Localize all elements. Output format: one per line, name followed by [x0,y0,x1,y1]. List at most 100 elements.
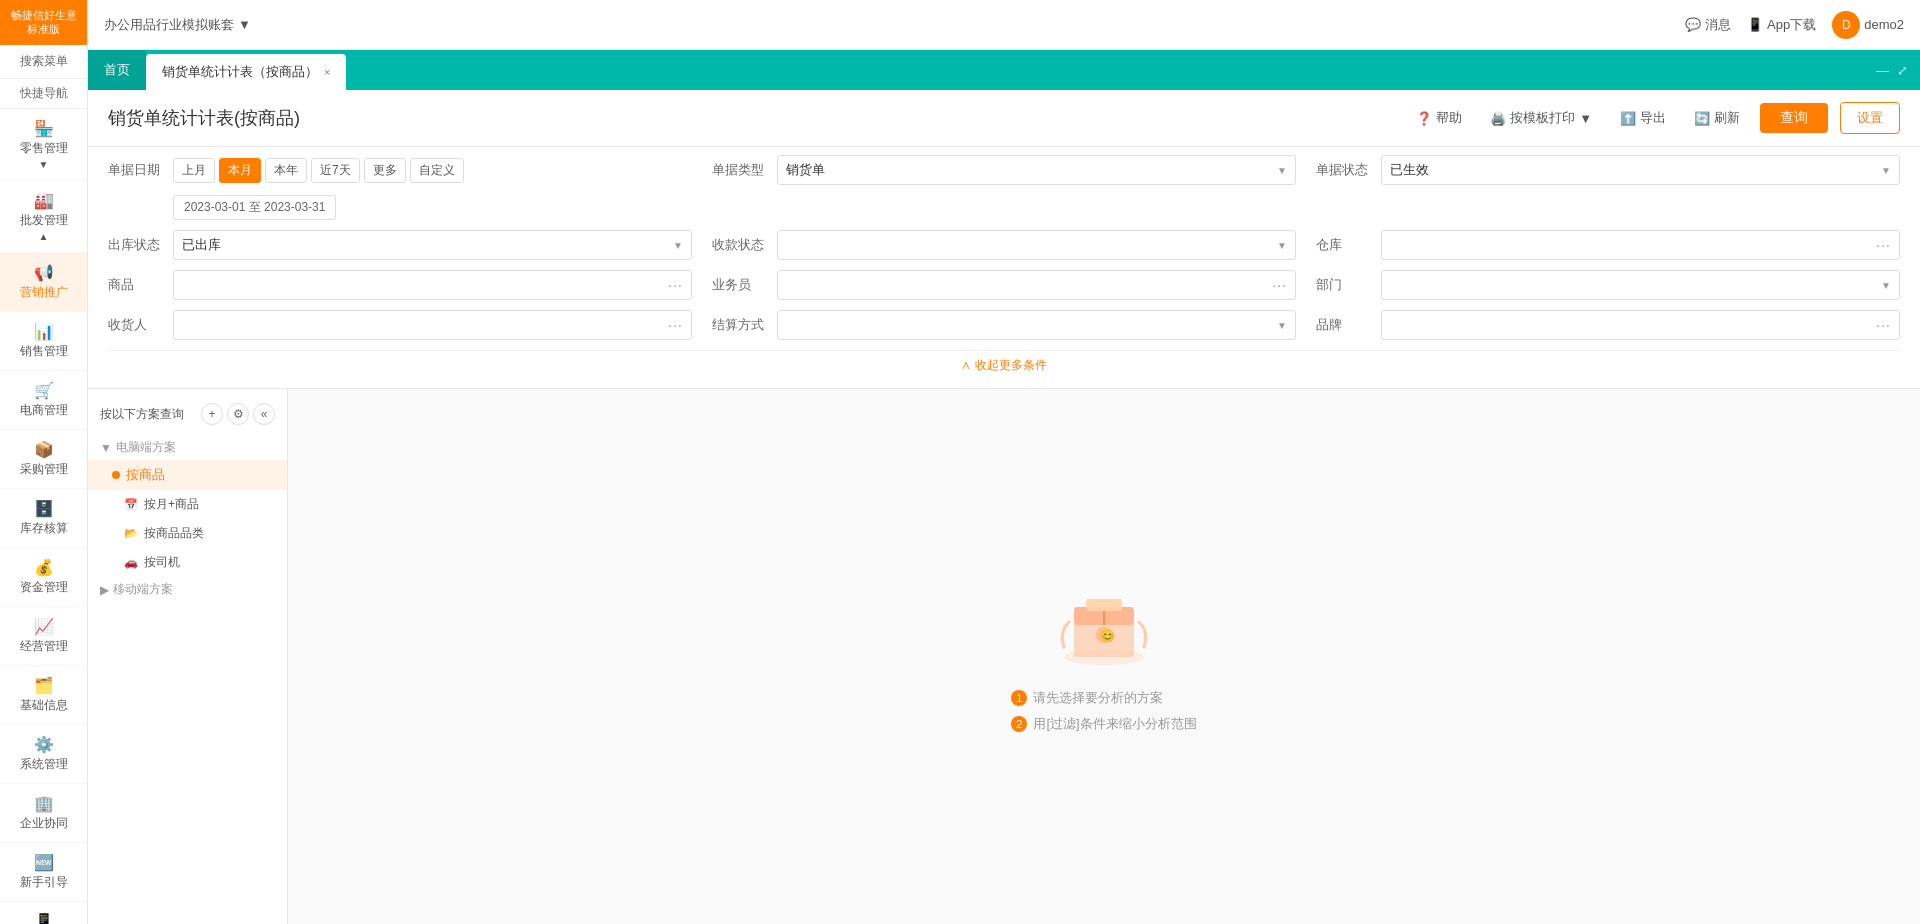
sidebar-item-guide[interactable]: 🆕 新手引导 [0,843,87,902]
minimize-icon[interactable]: — [1876,63,1889,78]
operations-icon: 📈 [34,617,54,636]
status-chevron-icon: ▼ [1881,165,1891,176]
status-select[interactable]: 已生效 ▼ [1381,155,1900,185]
sidebar-item-marketing[interactable]: 📢 营销推广 [0,253,87,312]
page-title: 销货单统计计表(按商品) [108,106,300,130]
tree-expand-icon: ▼ [100,441,112,455]
tree-item-month-goods[interactable]: 📅 按月+商品 [88,490,287,519]
warehouse-chevron-icon: ▼ [673,240,683,251]
export-btn[interactable]: ⬆️ 导出 [1612,105,1674,131]
tree-section: ▼ 电脑端方案 按商品 📅 按月+商品 📂 按商品品类 [88,431,287,606]
type-select[interactable]: 销货单 ▼ [777,155,1296,185]
date-custom-btn[interactable]: 自定义 [410,158,464,183]
payment-chevron-icon: ▼ [1277,240,1287,251]
filter-receiver: 收货人 ··· [108,310,692,340]
panel-actions: + ⚙ « [201,403,275,425]
tree-item-by-goods[interactable]: 按商品 [88,460,287,490]
enterprise-icon: 🏢 [34,794,54,813]
staff-input[interactable]: ··· [777,270,1296,300]
empty-tips: 1 请先选择要分析的方案 2 用[过滤]条件来缩小分析范围 [1011,685,1196,737]
tree-item-driver[interactable]: 🚗 按司机 [88,548,287,577]
panel-settings-btn[interactable]: ⚙ [227,403,249,425]
sidebar-item-ecommerce[interactable]: 🛒 电商管理 [0,371,87,430]
dropdown-arrow-icon: ▼ [238,17,251,32]
wholesale-icon: 🏭 [34,191,54,210]
empty-state: 😊 1 请先选择要分析的方案 2 用[过滤]条件来缩小分析范围 [1011,577,1196,737]
industry-selector[interactable]: 办公用品行业模拟账套 ▼ [104,16,251,34]
sidebar-search[interactable]: 搜索菜单 [0,45,87,79]
settle-chevron-icon: ▼ [1277,320,1287,331]
avatar: D [1832,11,1860,39]
header-left: 办公用品行业模拟账套 ▼ [104,16,251,34]
empty-tip-2: 2 用[过滤]条件来缩小分析范围 [1011,711,1196,737]
sidebar-item-inventory[interactable]: 🗄️ 库存核算 [0,489,87,548]
export-icon: ⬆️ [1620,111,1636,126]
refresh-icon: 🔄 [1694,111,1710,126]
maximize-icon[interactable]: ⤢ [1897,63,1908,78]
header-right: 💬 消息 📱 App下载 D demo2 [1685,11,1904,39]
collapse-btn[interactable]: ∧ 收起更多条件 [108,350,1900,380]
left-panel-header: 按以下方案查询 + ⚙ « [88,397,287,431]
appstore-icon: 📱 [34,912,54,924]
tab-home[interactable]: 首页 [88,50,146,90]
help-icon: ❓ [1416,111,1432,126]
date-prev-btn[interactable]: 上月 [173,158,215,183]
sidebar-item-appstore[interactable]: 📱 应用中心 [0,902,87,924]
logo-text: 畅捷信好生意 标准版 [11,8,77,37]
sidebar-item-basic[interactable]: 🗂️ 基础信息 [0,666,87,725]
sidebar-item-operations[interactable]: 📈 经营管理 [0,607,87,666]
help-btn[interactable]: ❓ 帮助 [1408,105,1470,131]
settle-select[interactable]: ▼ [777,310,1296,340]
goods-input[interactable]: ··· [173,270,692,300]
message-icon: 💬 [1685,17,1701,32]
phone-icon: 📱 [1747,17,1763,32]
refresh-btn[interactable]: 🔄 刷新 [1686,105,1748,131]
print-icon: 🖨️ [1490,111,1506,126]
sidebar-item-finance[interactable]: 💰 资金管理 [0,548,87,607]
warehouse-select[interactable]: 已出库 ▼ [173,230,692,260]
brand-input[interactable]: ··· [1381,310,1900,340]
ecommerce-icon: 🛒 [34,381,54,400]
query-btn[interactable]: 查询 [1760,103,1828,133]
sidebar: 畅捷信好生意 标准版 搜索菜单 快捷导航 🏪 零售管理 ▼ 🏭 批发管理 ▲ 📢… [0,0,88,924]
sidebar-item-sales[interactable]: 📊 销售管理 [0,312,87,371]
pc-group-label: ▼ 电脑端方案 [88,435,287,460]
sidebar-item-system[interactable]: ⚙️ 系统管理 [0,725,87,784]
receiver-input[interactable]: ··· [173,310,692,340]
right-content: 😊 1 请先选择要分析的方案 2 用[过滤]条件来缩小分析范围 [288,389,1920,924]
filter-settle: 结算方式 ▼ [712,310,1296,340]
sidebar-item-enterprise[interactable]: 🏢 企业协同 [0,784,87,843]
dept-chevron-icon: ▼ [1881,280,1891,291]
settings-btn[interactable]: 设置 [1840,102,1900,134]
tree-item-goods-category[interactable]: 📂 按商品品类 [88,519,287,548]
system-icon: ⚙️ [34,735,54,754]
tab-close-icon[interactable]: × [324,66,330,78]
tab-active[interactable]: 销货单统计计表（按商品） × [146,54,346,90]
sidebar-quick-nav[interactable]: 快捷导航 [0,79,87,109]
tab-bar: 首页 销货单统计计表（按商品） × — ⤢ [88,50,1920,90]
panel-add-btn[interactable]: + [201,403,223,425]
user-menu[interactable]: D demo2 [1832,11,1904,39]
storage-input[interactable]: ··· [1381,230,1900,260]
finance-icon: 💰 [34,558,54,577]
date-week-btn[interactable]: 近7天 [311,158,360,183]
message-btn[interactable]: 💬 消息 [1685,16,1731,34]
payment-select[interactable]: ▼ [777,230,1296,260]
basic-icon: 🗂️ [34,676,54,695]
date-curr-btn[interactable]: 本月 [219,158,261,183]
sidebar-item-purchase[interactable]: 📦 采购管理 [0,430,87,489]
app-download-btn[interactable]: 📱 App下载 [1747,16,1816,34]
print-btn[interactable]: 🖨️ 按模板打印 ▼ [1482,105,1600,131]
sidebar-item-retail[interactable]: 🏪 零售管理 ▼ [0,109,87,181]
date-range-display: 2023-03-01 至 2023-03-31 [173,195,336,220]
panel-collapse-btn[interactable]: « [253,403,275,425]
sidebar-logo: 畅捷信好生意 标准版 [0,0,87,45]
date-more-btn[interactable]: 更多 [364,158,406,183]
date-year-btn[interactable]: 本年 [265,158,307,183]
page-header: 销货单统计计表(按商品) ❓ 帮助 🖨️ 按模板打印 ▼ ⬆️ 导出 🔄 刷 [88,90,1920,147]
active-dot-icon [112,471,120,479]
sidebar-item-wholesale[interactable]: 🏭 批发管理 ▲ [0,181,87,253]
svg-text:😊: 😊 [1100,628,1115,643]
svg-rect-4 [1086,599,1122,611]
dept-select[interactable]: ▼ [1381,270,1900,300]
